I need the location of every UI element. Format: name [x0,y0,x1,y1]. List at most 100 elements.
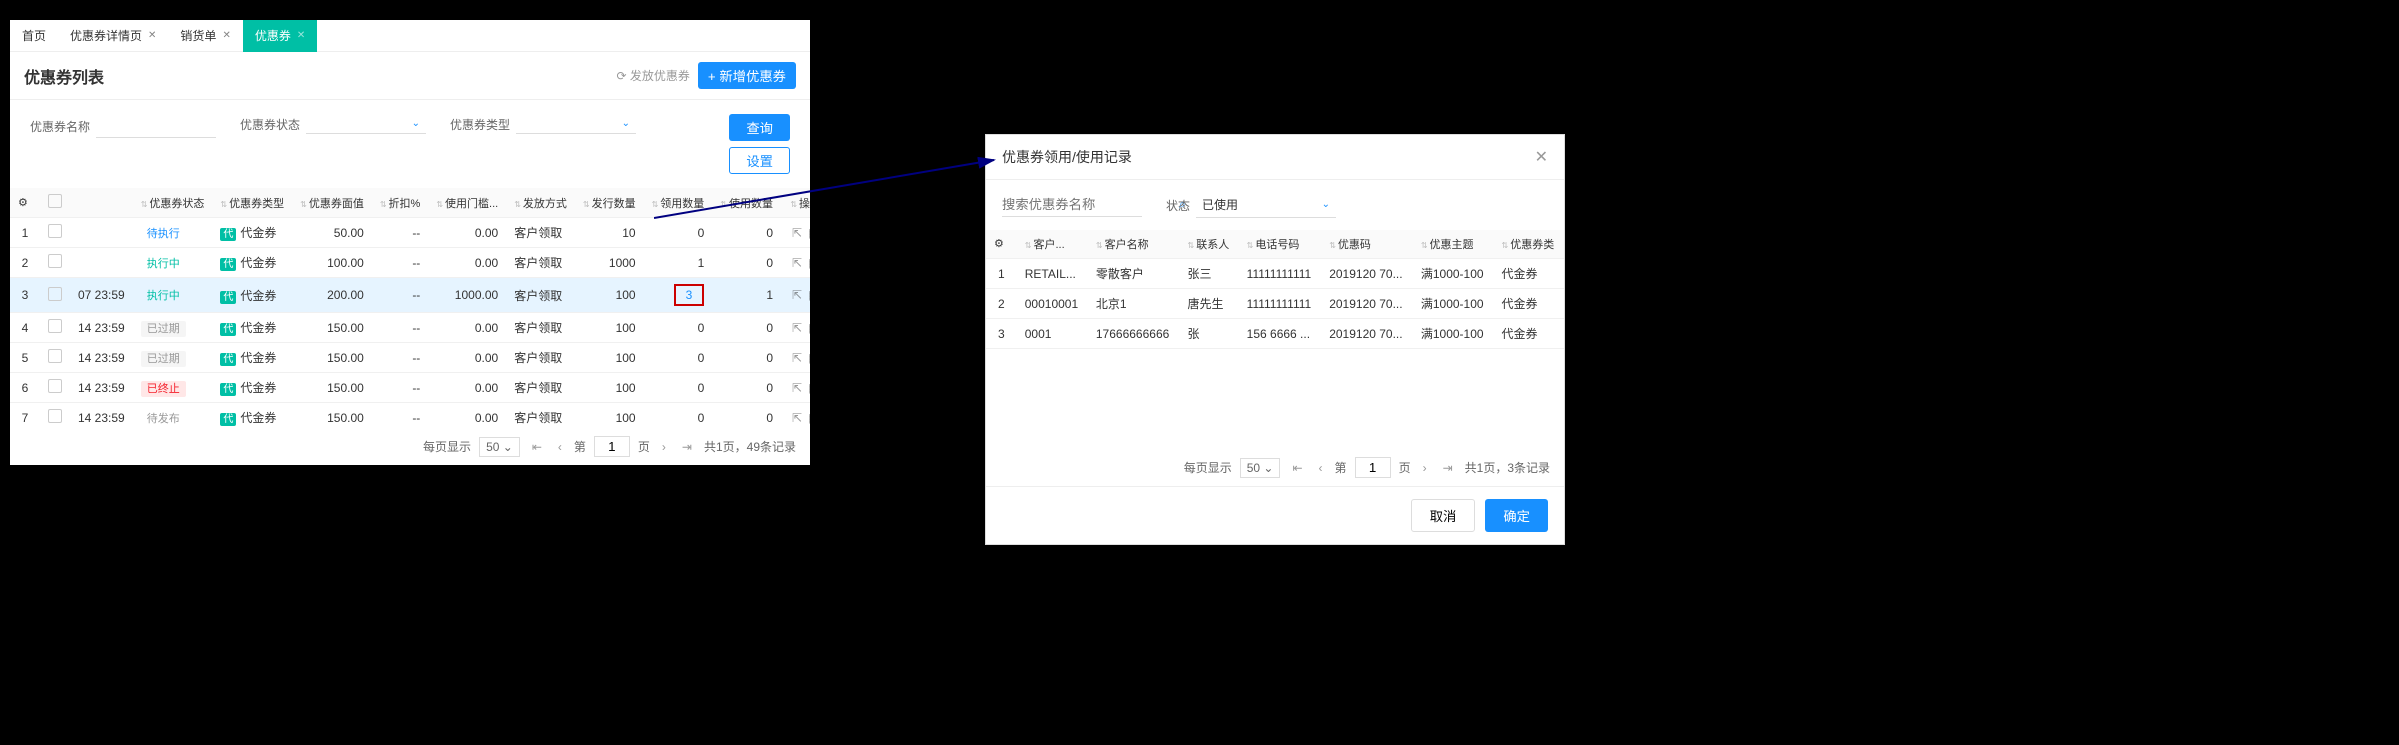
qrcode-icon[interactable]: ▦ [808,381,810,395]
modal-page-input[interactable] [1355,457,1391,478]
column-header[interactable]: ⇅领用数量 [644,188,713,218]
row-checkbox[interactable] [48,287,62,301]
table-row[interactable]: 3 07 23:59 执行中 代代金券 200.00 -- 1000.00 客户… [10,278,810,313]
column-header[interactable]: ⇅联系人 [1180,230,1239,259]
sort-icon: ⇅ [1247,241,1254,250]
column-header[interactable]: ⇅优惠券状态 [133,188,213,218]
filter-name-input[interactable] [96,114,216,138]
distribute-link[interactable]: ⟳ 发放优惠券 [616,67,689,84]
column-header[interactable]: ⇅使用门槛... [428,188,506,218]
filter-type-select[interactable]: ⌄ [516,114,636,134]
cancel-button[interactable]: 取消 [1411,499,1476,532]
chevron-down-icon: ⌄ [1322,199,1330,210]
modal-per-page-select[interactable]: 50 ⌄ [1240,458,1281,478]
column-header[interactable]: ⇅优惠券类 [1494,230,1564,259]
table-row[interactable]: 2 00010001 北京1 唐先生 11111111111 2019120 7… [986,289,1564,319]
column-header[interactable]: ⚙ [986,230,1017,259]
per-page-select[interactable]: 50 ⌄ [479,437,520,457]
page-prev-button[interactable]: ‹ [1315,461,1327,475]
row-checkbox[interactable] [48,409,62,423]
close-icon[interactable]: ✕ [1535,147,1548,167]
modal-status-label: 状态 [1166,197,1190,214]
share-icon[interactable]: ⇱ [792,226,802,240]
type-badge: 代 [220,228,236,241]
claimed-count-link[interactable]: 3 [674,284,705,306]
qrcode-icon[interactable]: ▦ [808,321,810,335]
qrcode-icon[interactable]: ▦ [808,411,810,425]
page-first-button[interactable]: ⇤ [528,440,546,454]
close-icon[interactable]: ✕ [222,30,230,41]
gear-icon[interactable]: ⚙ [994,237,1008,251]
sort-icon: ⇅ [1188,241,1195,250]
column-header[interactable] [40,188,70,218]
page-last-button[interactable]: ⇥ [1439,461,1457,475]
row-checkbox[interactable] [48,319,62,333]
page-next-button[interactable]: › [658,440,670,454]
qrcode-icon[interactable]: ▦ [808,226,810,240]
status-badge: 执行中 [141,288,186,304]
sort-icon: ⇅ [720,200,727,209]
share-icon[interactable]: ⇱ [792,411,802,425]
confirm-button[interactable]: 确定 [1485,499,1548,532]
tab[interactable]: 优惠券详情页✕ [58,20,168,52]
column-header[interactable]: ⇅折扣% [372,188,428,218]
share-icon[interactable]: ⇱ [792,256,802,270]
modal-search-input[interactable] [1002,193,1179,216]
sort-icon: ⇅ [141,200,148,209]
column-header[interactable]: ⇅优惠券面值 [292,188,372,218]
row-checkbox[interactable] [48,254,62,268]
filter-status-label: 优惠券状态 [240,116,300,133]
tab[interactable]: 销货单✕ [168,20,242,52]
tab[interactable]: 优惠券✕ [243,20,317,52]
share-icon[interactable]: ⇱ [792,381,802,395]
close-icon[interactable]: ✕ [148,30,156,41]
column-header[interactable]: ⇅优惠码 [1321,230,1413,259]
column-header[interactable]: ⇅客户... [1017,230,1088,259]
modal-status-select[interactable]: 已使用⌄ [1196,192,1336,218]
column-header[interactable]: ⚙ [10,188,40,218]
row-checkbox[interactable] [48,349,62,363]
setting-button[interactable]: 设置 [729,147,790,174]
select-all-checkbox[interactable] [48,194,62,208]
column-header[interactable] [70,188,133,218]
search-button[interactable]: 查询 [729,114,790,141]
column-header[interactable]: ⇅客户名称 [1088,230,1180,259]
table-row[interactable]: 5 14 23:59 已过期 代代金券 150.00 -- 0.00 客户领取 … [10,343,810,373]
table-row[interactable]: 2 执行中 代代金券 100.00 -- 0.00 客户领取 1000 1 0 … [10,248,810,278]
page-next-button[interactable]: › [1419,461,1431,475]
gear-icon[interactable]: ⚙ [18,196,32,210]
add-coupon-button[interactable]: + 新增优惠券 [698,62,796,89]
column-header[interactable]: ⇅电话号码 [1239,230,1322,259]
table-row[interactable]: 7 14 23:59 待发布 代代金券 150.00 -- 0.00 客户领取 … [10,403,810,429]
table-row[interactable]: 1 待执行 代代金券 50.00 -- 0.00 客户领取 10 0 0 ⇱▦ [10,218,810,248]
table-row[interactable]: 6 14 23:59 已终止 代代金券 150.00 -- 0.00 客户领取 … [10,373,810,403]
column-header[interactable]: ⇅操作 [781,188,810,218]
close-icon[interactable]: ✕ [297,30,305,41]
page-input[interactable] [594,436,630,457]
table-row[interactable]: 3 0001 17666666666 张 156 6666 ... 201912… [986,319,1564,349]
table-row[interactable]: 4 14 23:59 已过期 代代金券 150.00 -- 0.00 客户领取 … [10,313,810,343]
page-first-button[interactable]: ⇤ [1288,461,1306,475]
page-last-button[interactable]: ⇥ [678,440,696,454]
page-summary: 共1页，49条记录 [704,438,796,455]
table-row[interactable]: 1 RETAIL... 零散客户 张三 11111111111 2019120 … [986,259,1564,289]
page-prev-button[interactable]: ‹ [554,440,566,454]
qrcode-icon[interactable]: ▦ [808,256,810,270]
filter-status-select[interactable]: ⌄ [306,114,426,134]
share-icon[interactable]: ⇱ [792,351,802,365]
qrcode-icon[interactable]: ▦ [808,351,810,365]
status-badge: 已过期 [141,351,186,367]
column-header[interactable]: ⇅使用数量 [712,188,781,218]
row-checkbox[interactable] [48,379,62,393]
tab[interactable]: 首页 [10,20,58,52]
sort-icon: ⇅ [380,200,387,209]
share-icon[interactable]: ⇱ [792,321,802,335]
column-header[interactable]: ⇅发行数量 [575,188,644,218]
pagination: 每页显示 50 ⌄ ⇤ ‹ 第 页 › ⇥ 共1页，49条记录 [10,428,810,465]
qrcode-icon[interactable]: ▦ [808,288,810,302]
column-header[interactable]: ⇅发放方式 [506,188,575,218]
row-checkbox[interactable] [48,224,62,238]
column-header[interactable]: ⇅优惠券类型 [212,188,292,218]
share-icon[interactable]: ⇱ [792,288,802,302]
column-header[interactable]: ⇅优惠主题 [1413,230,1494,259]
